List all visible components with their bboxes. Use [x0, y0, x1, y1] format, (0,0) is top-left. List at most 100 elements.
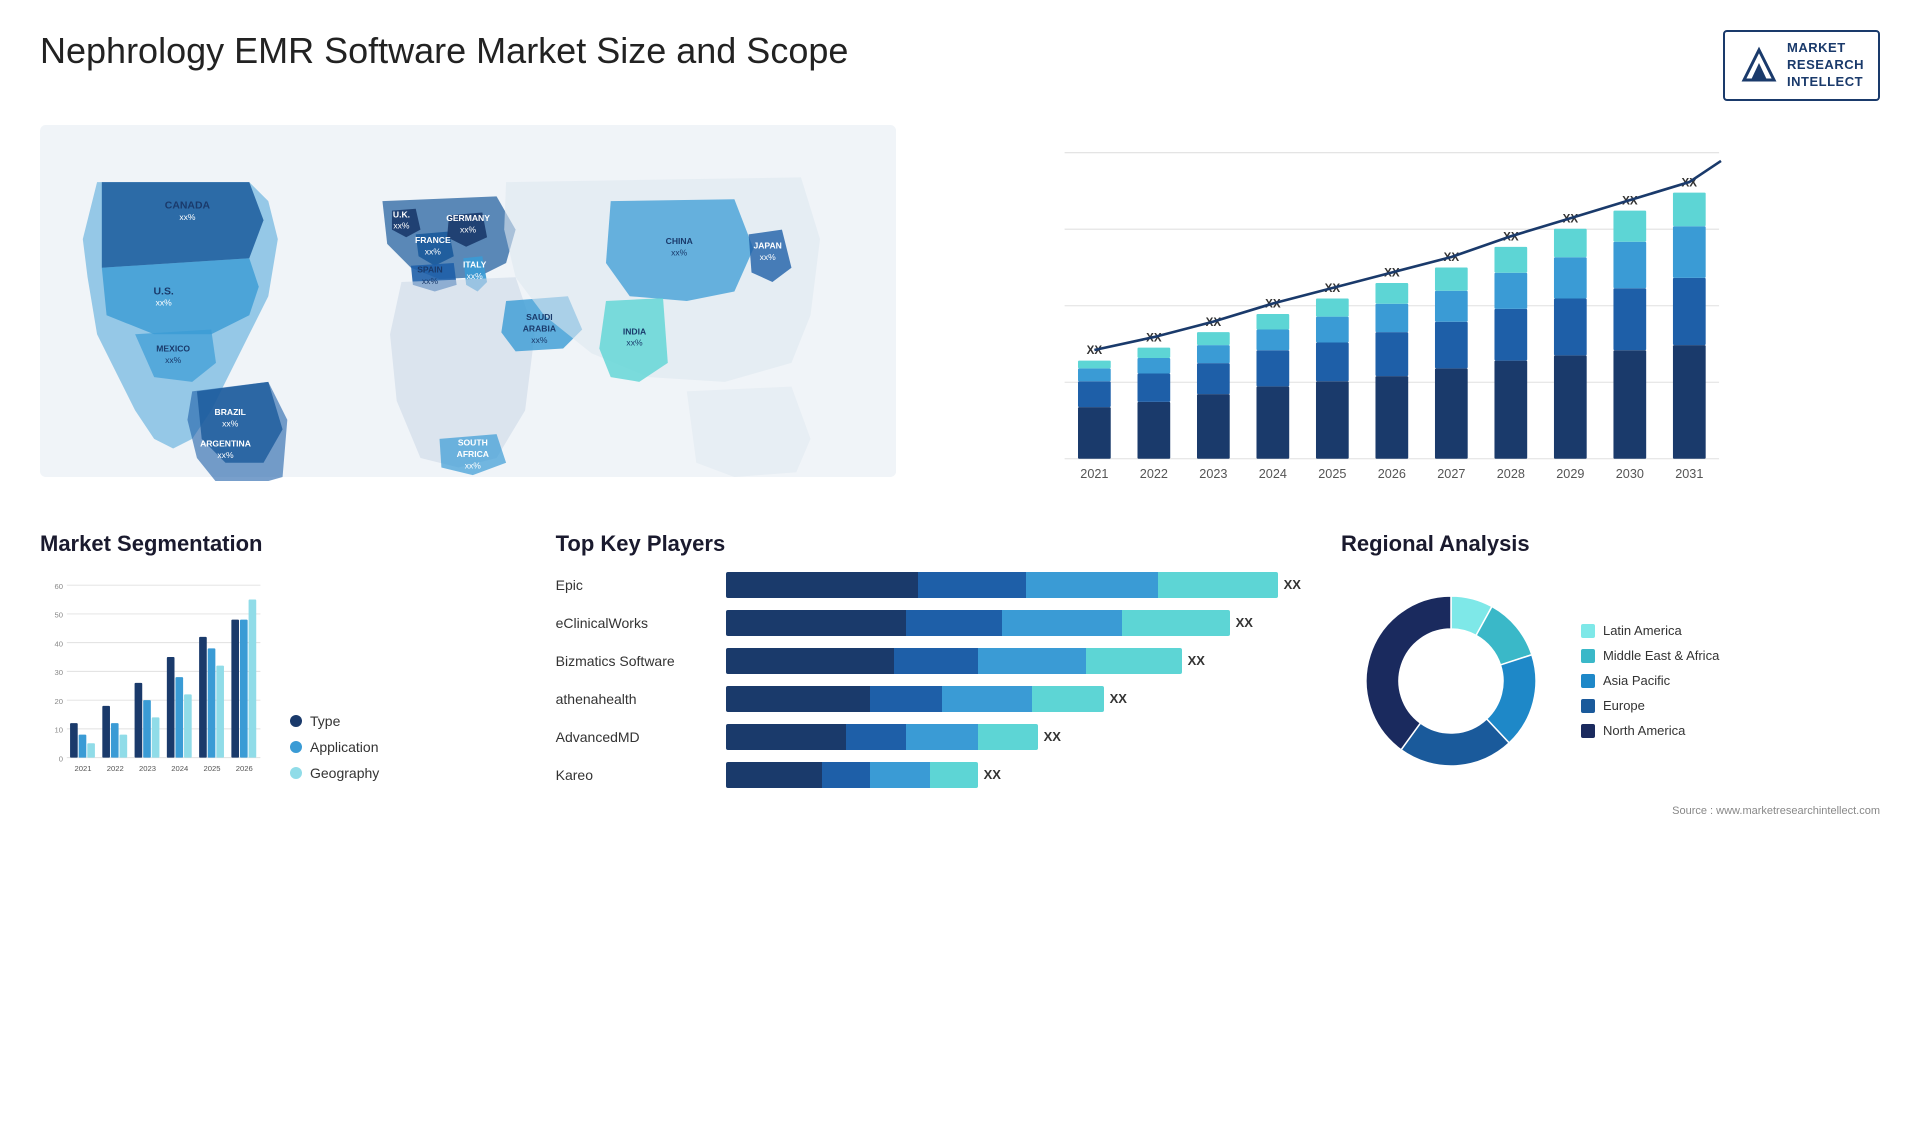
- svg-text:xx%: xx%: [165, 355, 182, 365]
- bar-chart: XX2021XX2022XX2023XX2024XX2025XX2026XX20…: [936, 121, 1880, 501]
- svg-text:U.S.: U.S.: [153, 286, 173, 297]
- svg-text:2025: 2025: [1318, 466, 1346, 480]
- svg-text:2021: 2021: [1080, 466, 1108, 480]
- svg-text:FRANCE: FRANCE: [415, 235, 451, 245]
- svg-text:XX: XX: [1087, 344, 1103, 357]
- player-name: Epic: [556, 577, 716, 593]
- svg-text:BRAZIL: BRAZIL: [215, 407, 246, 417]
- top-section: CANADA xx% U.S. xx% MEXICO xx% BRAZIL xx…: [40, 121, 1880, 501]
- regional-label: Middle East & Africa: [1603, 648, 1719, 663]
- svg-text:xx%: xx%: [671, 247, 688, 257]
- svg-text:2028: 2028: [1497, 466, 1525, 480]
- player-xx-label: XX: [1110, 691, 1127, 706]
- type-label: Type: [310, 713, 340, 729]
- segmentation-chart: 0102030405060202120222023202420252026: [40, 571, 270, 791]
- svg-text:xx%: xx%: [760, 252, 777, 262]
- key-players-title: Top Key Players: [556, 531, 1301, 557]
- svg-text:MEXICO: MEXICO: [156, 343, 190, 353]
- player-row: KareoXX: [556, 761, 1301, 789]
- player-xx-label: XX: [1044, 729, 1061, 744]
- player-row: eClinicalWorks XX: [556, 609, 1301, 637]
- svg-text:ARGENTINA: ARGENTINA: [200, 438, 251, 448]
- logo-icon: [1739, 45, 1779, 85]
- svg-text:30: 30: [54, 668, 63, 677]
- player-name: athenahealth: [556, 691, 716, 707]
- regional-title: Regional Analysis: [1341, 531, 1880, 557]
- regional-legend-item: Latin America: [1581, 623, 1719, 638]
- svg-text:xx%: xx%: [156, 297, 173, 307]
- svg-text:xx%: xx%: [531, 335, 548, 345]
- market-segmentation: Market Segmentation 01020304050602021202…: [40, 531, 516, 791]
- svg-text:U.K.: U.K.: [393, 209, 410, 219]
- svg-text:2025: 2025: [203, 764, 220, 773]
- application-label: Application: [310, 739, 379, 755]
- type-dot: [290, 715, 302, 727]
- regional-label: Europe: [1603, 698, 1645, 713]
- logo: MARKET RESEARCH INTELLECT: [1723, 30, 1880, 101]
- legend-type: Type: [290, 713, 379, 729]
- player-bar: XX: [726, 723, 1301, 751]
- player-row: athenahealth XX: [556, 685, 1301, 713]
- svg-text:SAUDI: SAUDI: [526, 312, 553, 322]
- player-row: Epic XX: [556, 571, 1301, 599]
- svg-text:xx%: xx%: [217, 450, 234, 460]
- svg-text:40: 40: [54, 639, 63, 648]
- svg-text:2031: 2031: [1675, 466, 1703, 480]
- regional-label: Latin America: [1603, 623, 1682, 638]
- svg-text:xx%: xx%: [393, 220, 410, 230]
- player-xx-label: XX: [1236, 615, 1253, 630]
- map-svg: CANADA xx% U.S. xx% MEXICO xx% BRAZIL xx…: [40, 121, 896, 481]
- donut-chart: [1341, 571, 1561, 791]
- svg-text:60: 60: [54, 582, 63, 591]
- svg-text:AFRICA: AFRICA: [457, 449, 489, 459]
- regional-legend-item: Europe: [1581, 698, 1719, 713]
- player-bar: XX: [726, 609, 1301, 637]
- logo-text: MARKET RESEARCH INTELLECT: [1787, 40, 1864, 91]
- geography-label: Geography: [310, 765, 379, 781]
- regional-color-box: [1581, 699, 1595, 713]
- regional-color-box: [1581, 674, 1595, 688]
- svg-text:2026: 2026: [1378, 466, 1406, 480]
- application-dot: [290, 741, 302, 753]
- svg-text:2024: 2024: [1259, 466, 1287, 480]
- player-bar: XX: [726, 571, 1301, 599]
- svg-text:2024: 2024: [171, 764, 189, 773]
- regional-label: North America: [1603, 723, 1685, 738]
- svg-text:INDIA: INDIA: [623, 326, 646, 336]
- geography-dot: [290, 767, 302, 779]
- player-name: Bizmatics Software: [556, 653, 716, 669]
- svg-text:2022: 2022: [1140, 466, 1168, 480]
- svg-text:10: 10: [54, 725, 63, 734]
- player-row: Bizmatics Software XX: [556, 647, 1301, 675]
- svg-text:xx%: xx%: [222, 418, 239, 428]
- svg-text:2030: 2030: [1616, 466, 1644, 480]
- player-name: AdvancedMD: [556, 729, 716, 745]
- svg-text:CHINA: CHINA: [666, 236, 693, 246]
- svg-text:2022: 2022: [107, 764, 124, 773]
- player-xx-label: XX: [984, 767, 1001, 782]
- svg-text:ARABIA: ARABIA: [523, 323, 556, 333]
- regional-legend-item: Middle East & Africa: [1581, 648, 1719, 663]
- segmentation-legend: Type Application Geography: [290, 713, 379, 791]
- svg-text:2023: 2023: [139, 764, 156, 773]
- legend-application: Application: [290, 739, 379, 755]
- regional-legend: Latin America Middle East & Africa Asia Pa…: [1581, 623, 1719, 738]
- svg-text:0: 0: [59, 754, 63, 763]
- player-xx-label: XX: [1188, 653, 1205, 668]
- player-row: AdvancedMD XX: [556, 723, 1301, 751]
- svg-text:20: 20: [54, 697, 63, 706]
- svg-text:xx%: xx%: [425, 246, 442, 256]
- segmentation-title: Market Segmentation: [40, 531, 516, 557]
- regional-label: Asia Pacific: [1603, 673, 1670, 688]
- key-players: Top Key Players EpicXXeClinicalWorksXXBi…: [556, 531, 1301, 789]
- players-list: EpicXXeClinicalWorksXXBizmatics Software…: [556, 571, 1301, 789]
- regional-color-box: [1581, 624, 1595, 638]
- page-header: Nephrology EMR Software Market Size and …: [40, 30, 1880, 101]
- svg-text:SPAIN: SPAIN: [417, 264, 443, 274]
- svg-text:ITALY: ITALY: [463, 259, 487, 269]
- svg-text:JAPAN: JAPAN: [754, 240, 782, 250]
- svg-text:xx%: xx%: [460, 224, 477, 234]
- svg-text:2026: 2026: [236, 764, 253, 773]
- regional-color-box: [1581, 649, 1595, 663]
- player-name: eClinicalWorks: [556, 615, 716, 631]
